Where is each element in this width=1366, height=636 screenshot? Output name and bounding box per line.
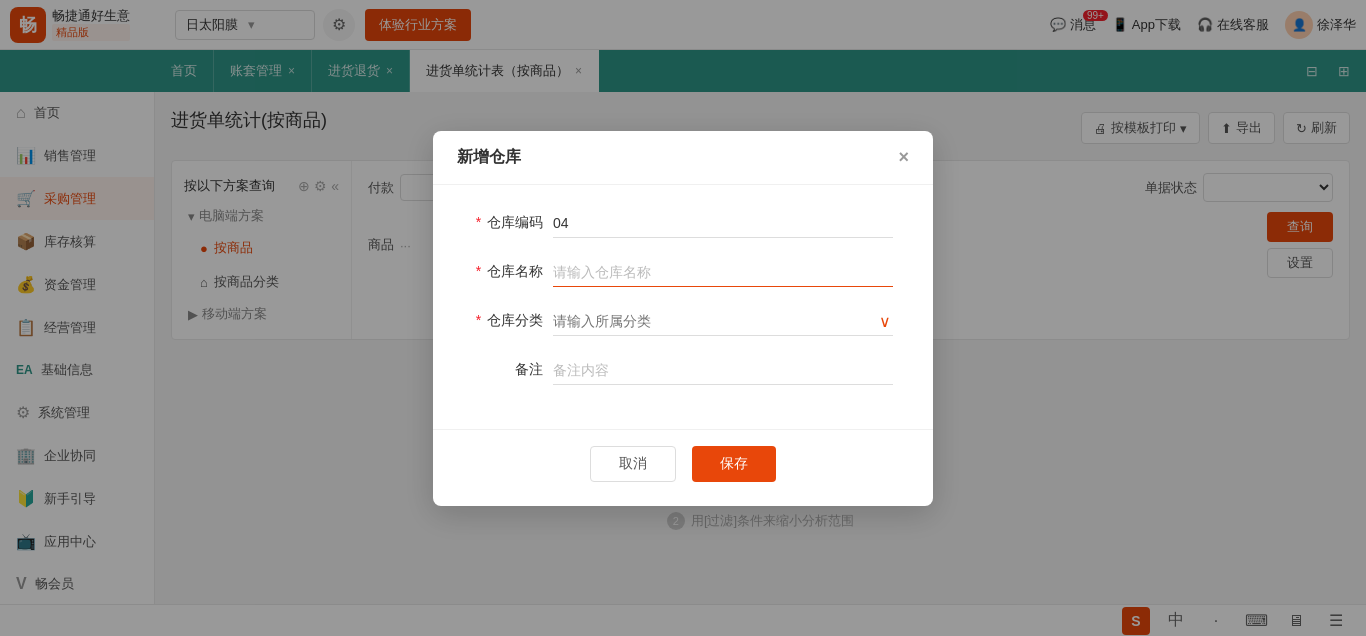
remark-input[interactable] — [553, 356, 893, 385]
category-arrow-icon: ∨ — [879, 312, 891, 331]
save-button[interactable]: 保存 — [692, 446, 776, 482]
name-input[interactable] — [553, 258, 893, 287]
category-input[interactable] — [553, 307, 893, 336]
name-row: * 仓库名称 — [473, 258, 893, 287]
modal-dialog: 新增仓库 × * 仓库编码 * 仓库名称 — [433, 131, 933, 506]
category-label: * 仓库分类 — [473, 312, 553, 330]
modal-body: * 仓库编码 * 仓库名称 * 仓库分类 — [433, 185, 933, 429]
modal-overlay[interactable]: 新增仓库 × * 仓库编码 * 仓库名称 — [0, 0, 1366, 636]
category-select-wrap: ∨ — [553, 307, 893, 336]
category-row: * 仓库分类 ∨ — [473, 307, 893, 336]
modal-close-button[interactable]: × — [898, 148, 909, 166]
code-row: * 仓库编码 — [473, 209, 893, 238]
cancel-button[interactable]: 取消 — [590, 446, 676, 482]
remark-row: 备注 — [473, 356, 893, 385]
modal-header: 新增仓库 × — [433, 131, 933, 185]
code-label: * 仓库编码 — [473, 214, 553, 232]
modal-footer: 取消 保存 — [433, 429, 933, 506]
remark-label: 备注 — [473, 361, 553, 379]
name-label: * 仓库名称 — [473, 263, 553, 281]
modal-title: 新增仓库 — [457, 147, 521, 168]
code-input[interactable] — [553, 209, 893, 238]
